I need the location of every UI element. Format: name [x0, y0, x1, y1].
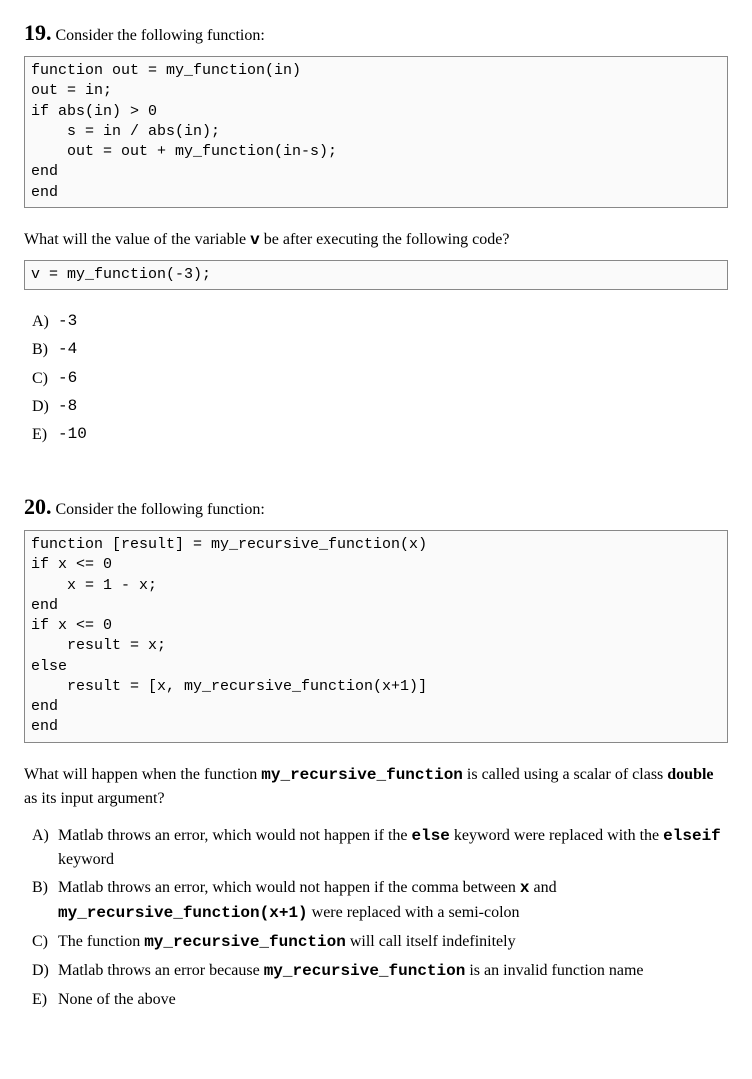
choice-value: -4	[58, 338, 728, 361]
choice-label: C)	[32, 930, 58, 953]
choice-text: None of the above	[58, 988, 728, 1011]
question-prompt: What will happen when the function my_re…	[24, 763, 728, 810]
question-prompt: What will the value of the variable v be…	[24, 228, 728, 252]
choice-text: Matlab throws an error because my_recurs…	[58, 959, 728, 983]
code-block: v = my_function(-3);	[24, 260, 728, 290]
prompt-fn: my_recursive_function	[261, 766, 463, 784]
choice-list: A) -3 B) -4 C) -6 D) -8 E) -10	[32, 310, 728, 446]
text-part: Matlab throws an error, which would not …	[58, 879, 520, 896]
code-block: function [result] = my_recursive_functio…	[24, 530, 728, 743]
text-part: keyword	[58, 851, 114, 868]
text-part: will call itself indefinitely	[346, 933, 516, 950]
code-block: function out = my_function(in) out = in;…	[24, 56, 728, 208]
choice-e: E) None of the above	[32, 988, 728, 1011]
prompt-text: be after executing the following code?	[260, 231, 510, 248]
choice-c: C) -6	[32, 367, 728, 390]
text-part: None of the above	[58, 991, 176, 1008]
prompt-text: as its input argument?	[24, 790, 165, 807]
code-part: x	[520, 879, 530, 897]
choice-d: D) -8	[32, 395, 728, 418]
choice-c: C) The function my_recursive_function wi…	[32, 930, 728, 954]
choice-value: -3	[58, 310, 728, 333]
choice-value: -6	[58, 367, 728, 390]
choice-d: D) Matlab throws an error because my_rec…	[32, 959, 728, 983]
choice-value: -8	[58, 395, 728, 418]
choice-label: E)	[32, 988, 58, 1011]
text-part: keyword were replaced with the	[450, 827, 663, 844]
choice-e: E) -10	[32, 423, 728, 446]
text-part: Matlab throws an error because	[58, 962, 264, 979]
choice-label: D)	[32, 959, 58, 982]
choice-text: Matlab throws an error, which would not …	[58, 876, 728, 924]
question-number: 20.	[24, 494, 52, 519]
choice-a: A) -3	[32, 310, 728, 333]
prompt-text: What will the value of the variable	[24, 231, 250, 248]
choice-label: A)	[32, 310, 58, 333]
text-part: Matlab throws an error, which would not …	[58, 827, 412, 844]
text-part: and	[530, 879, 557, 896]
question-intro: Consider the following function:	[56, 501, 265, 518]
question-20: 20. Consider the following function: fun…	[24, 494, 728, 1011]
question-19: 19. Consider the following function: fun…	[24, 20, 728, 446]
choice-label: E)	[32, 423, 58, 446]
code-part: my_recursive_function(x+1)	[58, 904, 308, 922]
choice-label: B)	[32, 876, 58, 899]
choice-label: D)	[32, 395, 58, 418]
code-part: elseif	[663, 827, 721, 845]
choice-b: B) Matlab throws an error, which would n…	[32, 876, 728, 924]
prompt-variable: v	[250, 231, 260, 249]
question-20-header: 20. Consider the following function:	[24, 494, 728, 520]
choice-label: C)	[32, 367, 58, 390]
text-part: is an invalid function name	[465, 962, 643, 979]
code-part: my_recursive_function	[144, 933, 346, 951]
choice-list: A) Matlab throws an error, which would n…	[32, 824, 728, 1011]
question-19-header: 19. Consider the following function:	[24, 20, 728, 46]
question-number: 19.	[24, 20, 52, 45]
question-intro: Consider the following function:	[56, 27, 265, 44]
choice-label: A)	[32, 824, 58, 847]
code-part: my_recursive_function	[264, 962, 466, 980]
choice-a: A) Matlab throws an error, which would n…	[32, 824, 728, 871]
text-part: The function	[58, 933, 144, 950]
choice-value: -10	[58, 423, 728, 446]
choice-label: B)	[32, 338, 58, 361]
choice-b: B) -4	[32, 338, 728, 361]
prompt-class: double	[667, 766, 713, 783]
text-part: were replaced with a semi-colon	[308, 904, 520, 921]
choice-text: The function my_recursive_function will …	[58, 930, 728, 954]
prompt-text: What will happen when the function	[24, 766, 261, 783]
prompt-text: is called using a scalar of class	[463, 766, 667, 783]
code-part: else	[412, 827, 450, 845]
choice-text: Matlab throws an error, which would not …	[58, 824, 728, 871]
